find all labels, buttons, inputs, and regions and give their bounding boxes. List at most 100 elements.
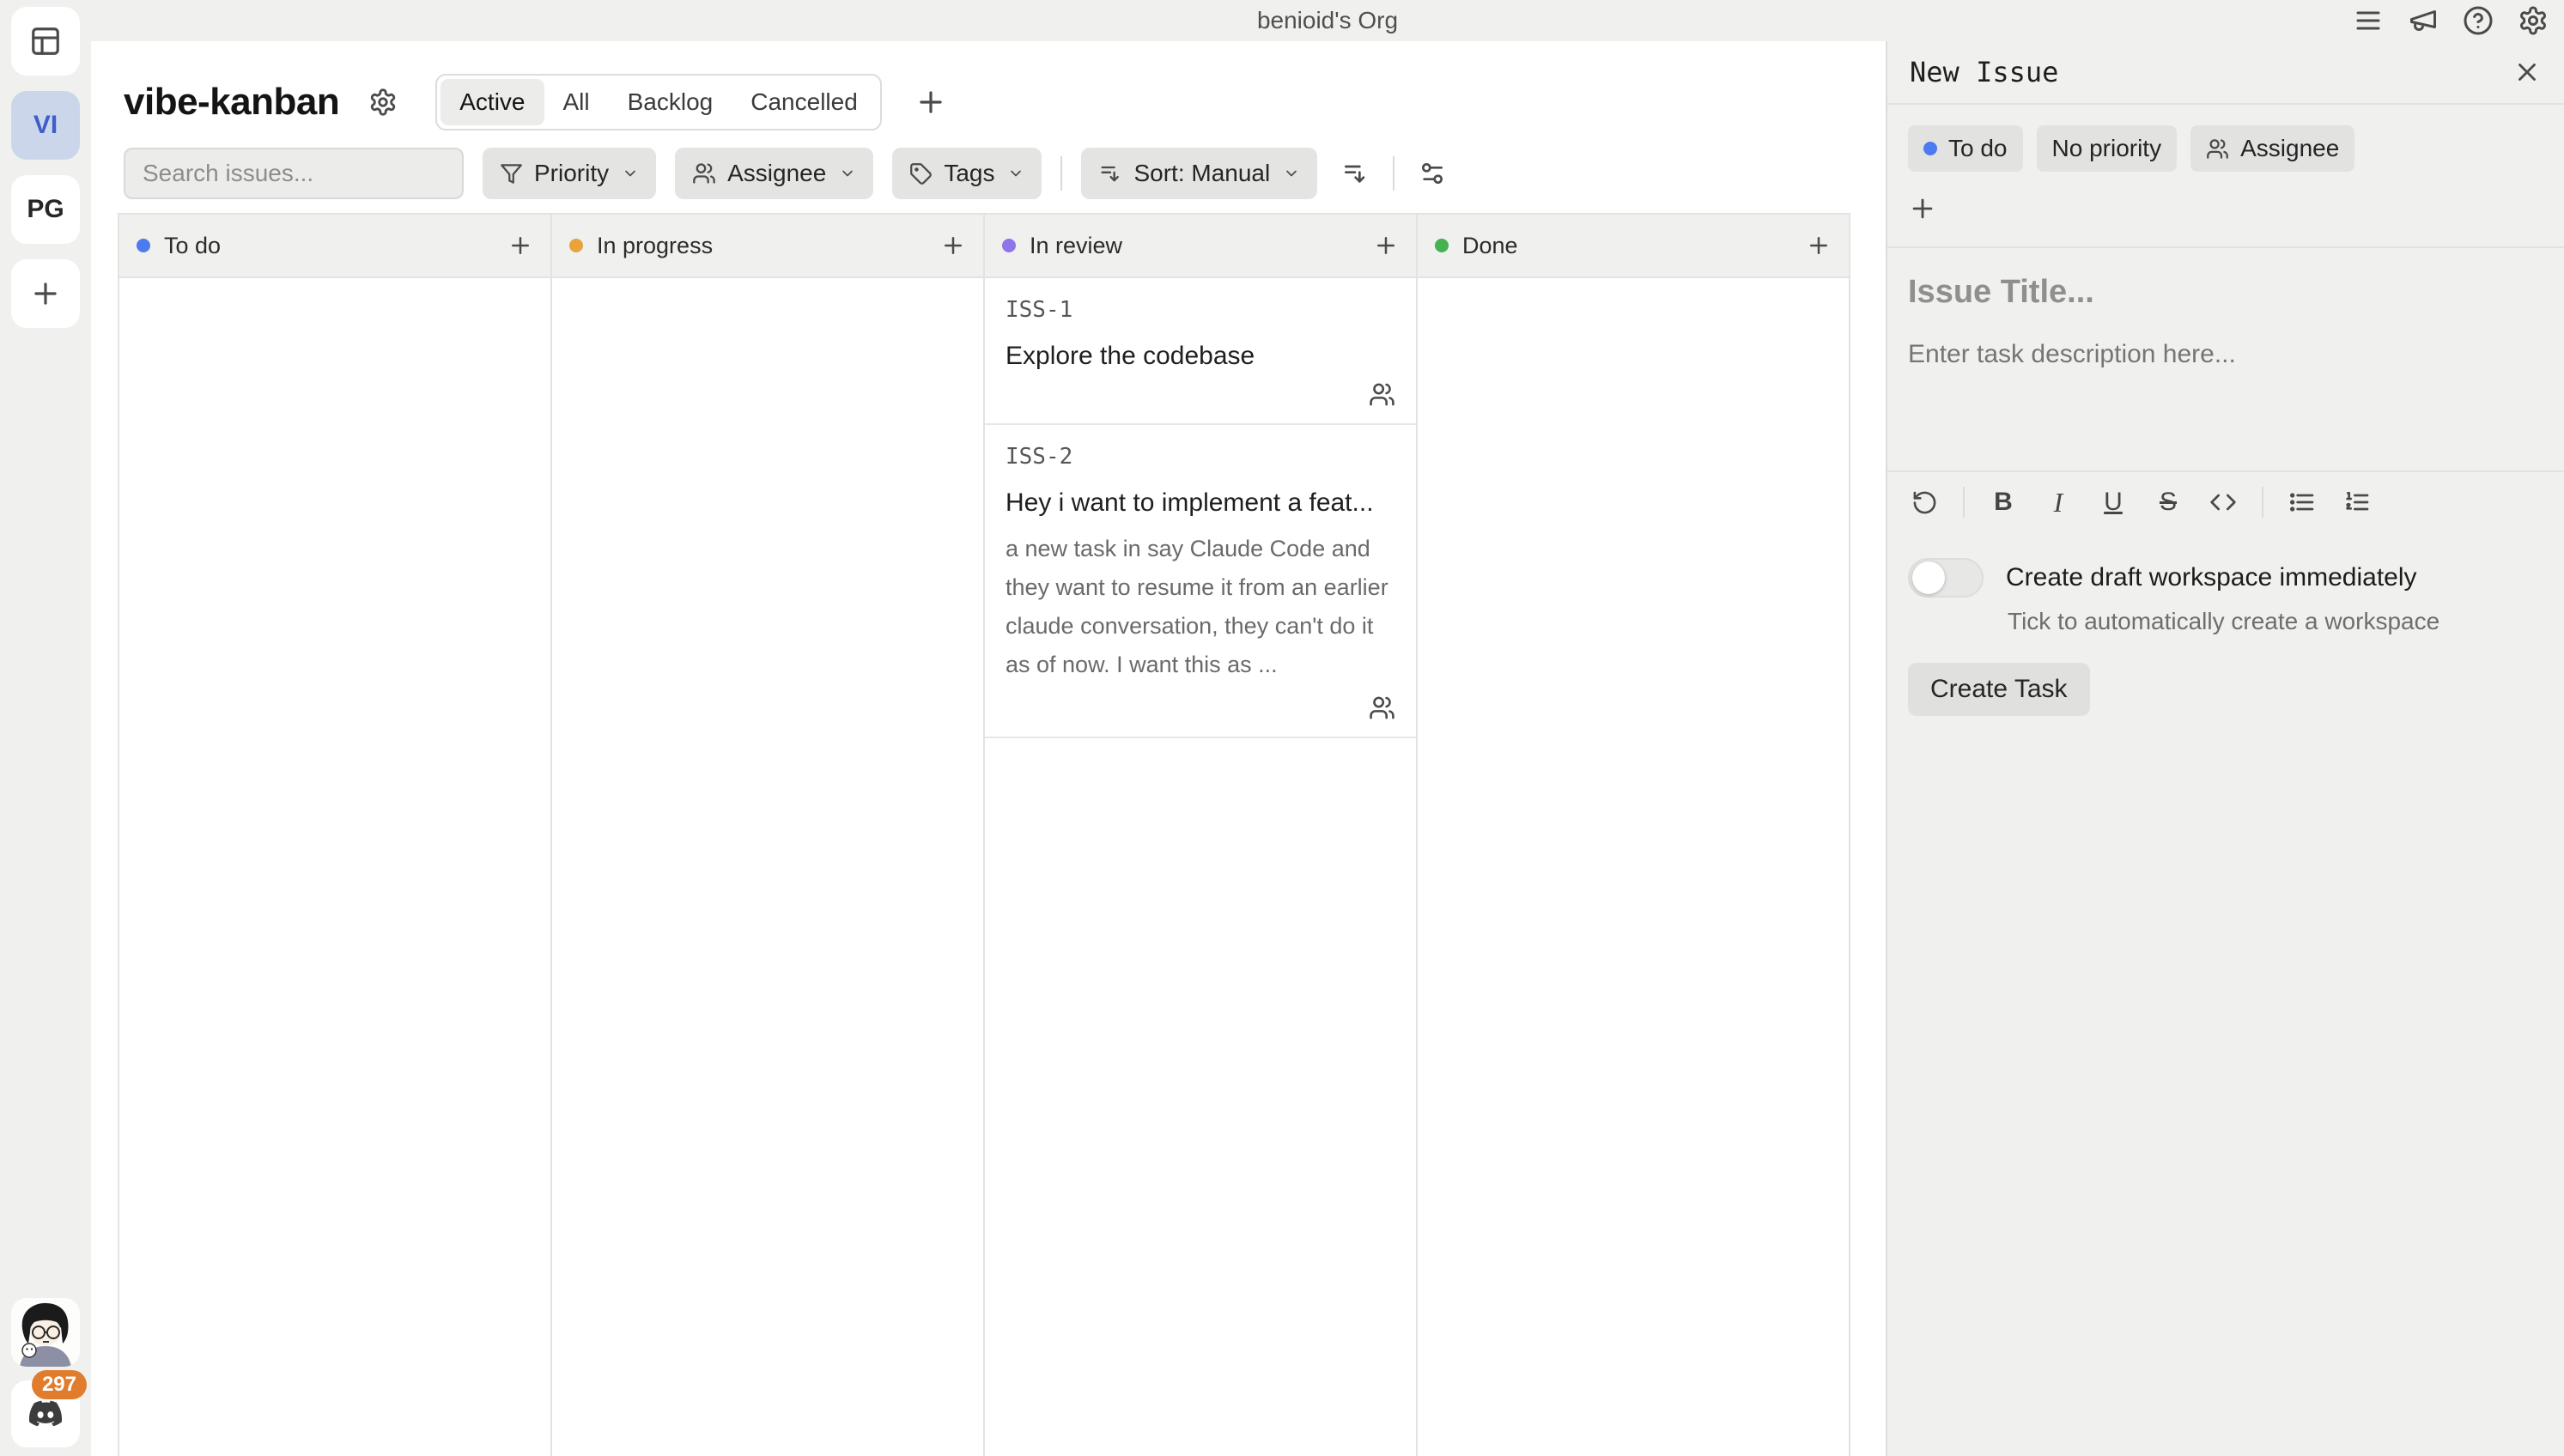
sort-desc-icon [1098,161,1122,185]
megaphone-icon[interactable] [2408,5,2439,36]
assignee-users-icon [1369,695,1395,721]
issue-card-iss-2[interactable]: ISS-2 Hey i want to implement a feat... … [985,425,1416,738]
priority-filter-button[interactable]: Priority [483,148,656,199]
boards-nav-button[interactable] [11,7,80,76]
filter-divider [1393,156,1394,191]
tags-filter-button[interactable]: Tags [892,148,1042,199]
sort-direction-button[interactable] [1336,155,1374,192]
create-workspace-toggle-label: Create draft workspace immediately [2006,563,2417,592]
column-header-in-review: In review [985,215,1416,278]
status-dot-in-progress [569,239,583,252]
topbar: benioid's Org [91,0,2564,41]
assignee-users-icon [1369,381,1395,408]
sort-button[interactable]: Sort: Manual [1081,148,1317,199]
chevron-down-icon [1007,165,1024,182]
filter-funnel-icon [500,162,523,185]
chevron-down-icon [1283,165,1300,182]
tab-all[interactable]: All [544,79,609,125]
discord-button[interactable]: 297 [11,1380,80,1447]
column-header-done: Done [1418,215,1849,278]
issue-title: Hey i want to implement a feat... [1006,488,1395,518]
column-header-in-progress: In progress [552,215,983,278]
bullet-list-icon[interactable] [2281,481,2324,524]
create-workspace-toggle[interactable] [1908,558,1984,598]
chevron-down-icon [622,165,639,182]
tags-filter-label: Tags [944,160,994,187]
assignee-chip-label: Assignee [2240,135,2339,162]
add-card-button[interactable] [940,233,966,258]
underline-button[interactable]: U [2092,481,2135,524]
column-title: In progress [597,233,713,259]
left-rail: VI PG 297 [0,0,91,1456]
close-icon[interactable] [2512,58,2542,87]
tag-icon [909,162,933,185]
add-property-button[interactable] [1908,194,1937,223]
column-in-progress: In progress [552,215,985,1456]
panels-icon [29,25,62,58]
page-title: vibe-kanban [124,81,339,124]
issue-card-iss-1[interactable]: ISS-1 Explore the codebase [985,278,1416,425]
tab-backlog[interactable]: Backlog [609,79,732,125]
user-avatar[interactable] [11,1298,80,1367]
column-title: Done [1462,233,1518,259]
add-issue-button[interactable] [914,86,947,118]
priority-filter-label: Priority [534,160,609,187]
main-content: vibe-kanban Active All Backlog Cancelled… [91,41,1886,1456]
priority-chip[interactable]: No priority [2037,125,2178,172]
strikethrough-button[interactable]: S [2147,481,2190,524]
workspace-button-pg[interactable]: PG [11,175,80,244]
status-dot-done [1435,239,1449,252]
status-chip-label: To do [1948,135,2008,162]
status-dot-todo [137,239,150,252]
tab-active[interactable]: Active [440,79,544,125]
column-done: Done [1418,215,1850,1456]
code-icon[interactable] [2202,481,2245,524]
help-icon[interactable] [2463,5,2494,36]
ordered-list-icon[interactable] [2336,481,2379,524]
view-options-button[interactable] [1413,155,1451,192]
column-title: In review [1030,233,1122,259]
issue-id: ISS-2 [1006,444,1395,470]
issue-title-input[interactable]: Issue Title... [1887,248,2564,311]
status-filter-tabs: Active All Backlog Cancelled [435,74,882,130]
settings-gear-icon[interactable] [2518,5,2549,36]
bold-button[interactable]: B [1982,481,2025,524]
issue-description-input[interactable]: Enter task description here... [1887,311,2564,470]
new-issue-panel: New Issue To do No priority Assignee Iss… [1886,41,2564,1456]
toggle-knob [1912,561,1945,594]
plus-icon [29,277,62,310]
search-input[interactable] [124,148,464,199]
toolbar-divider [2262,487,2263,518]
status-dot-in-review [1002,239,1016,252]
assignee-filter-label: Assignee [727,160,826,187]
priority-chip-label: No priority [2052,135,2162,162]
assignee-filter-button[interactable]: Assignee [675,148,873,199]
italic-button[interactable]: I [2037,481,2080,524]
status-chip[interactable]: To do [1908,125,2023,172]
users-icon [2206,137,2229,161]
editor-toolbar: B I U S [1887,470,2564,532]
undo-icon[interactable] [1903,481,1946,524]
project-settings-icon[interactable] [368,88,398,117]
kanban-board: To do In progress In review [118,213,1850,1456]
status-dot [1923,142,1937,155]
add-card-button[interactable] [1806,233,1832,258]
column-header-todo: To do [119,215,550,278]
create-task-button[interactable]: Create Task [1908,663,2090,716]
panel-title: New Issue [1910,56,2058,88]
menu-icon[interactable] [2353,5,2384,36]
discord-notification-badge: 297 [32,1370,87,1399]
toolbar-divider [1963,487,1965,518]
workspace-button-vi[interactable]: VI [11,91,80,160]
tab-cancelled[interactable]: Cancelled [732,79,877,125]
column-todo: To do [119,215,552,1456]
add-card-button[interactable] [1373,233,1399,258]
add-card-button[interactable] [507,233,533,258]
sort-button-label: Sort: Manual [1133,160,1270,187]
discord-icon [26,1394,65,1434]
filter-divider [1060,156,1062,191]
issue-title: Explore the codebase [1006,342,1395,371]
assignee-chip[interactable]: Assignee [2190,125,2354,172]
add-workspace-button[interactable] [11,259,80,328]
users-icon [692,161,716,185]
